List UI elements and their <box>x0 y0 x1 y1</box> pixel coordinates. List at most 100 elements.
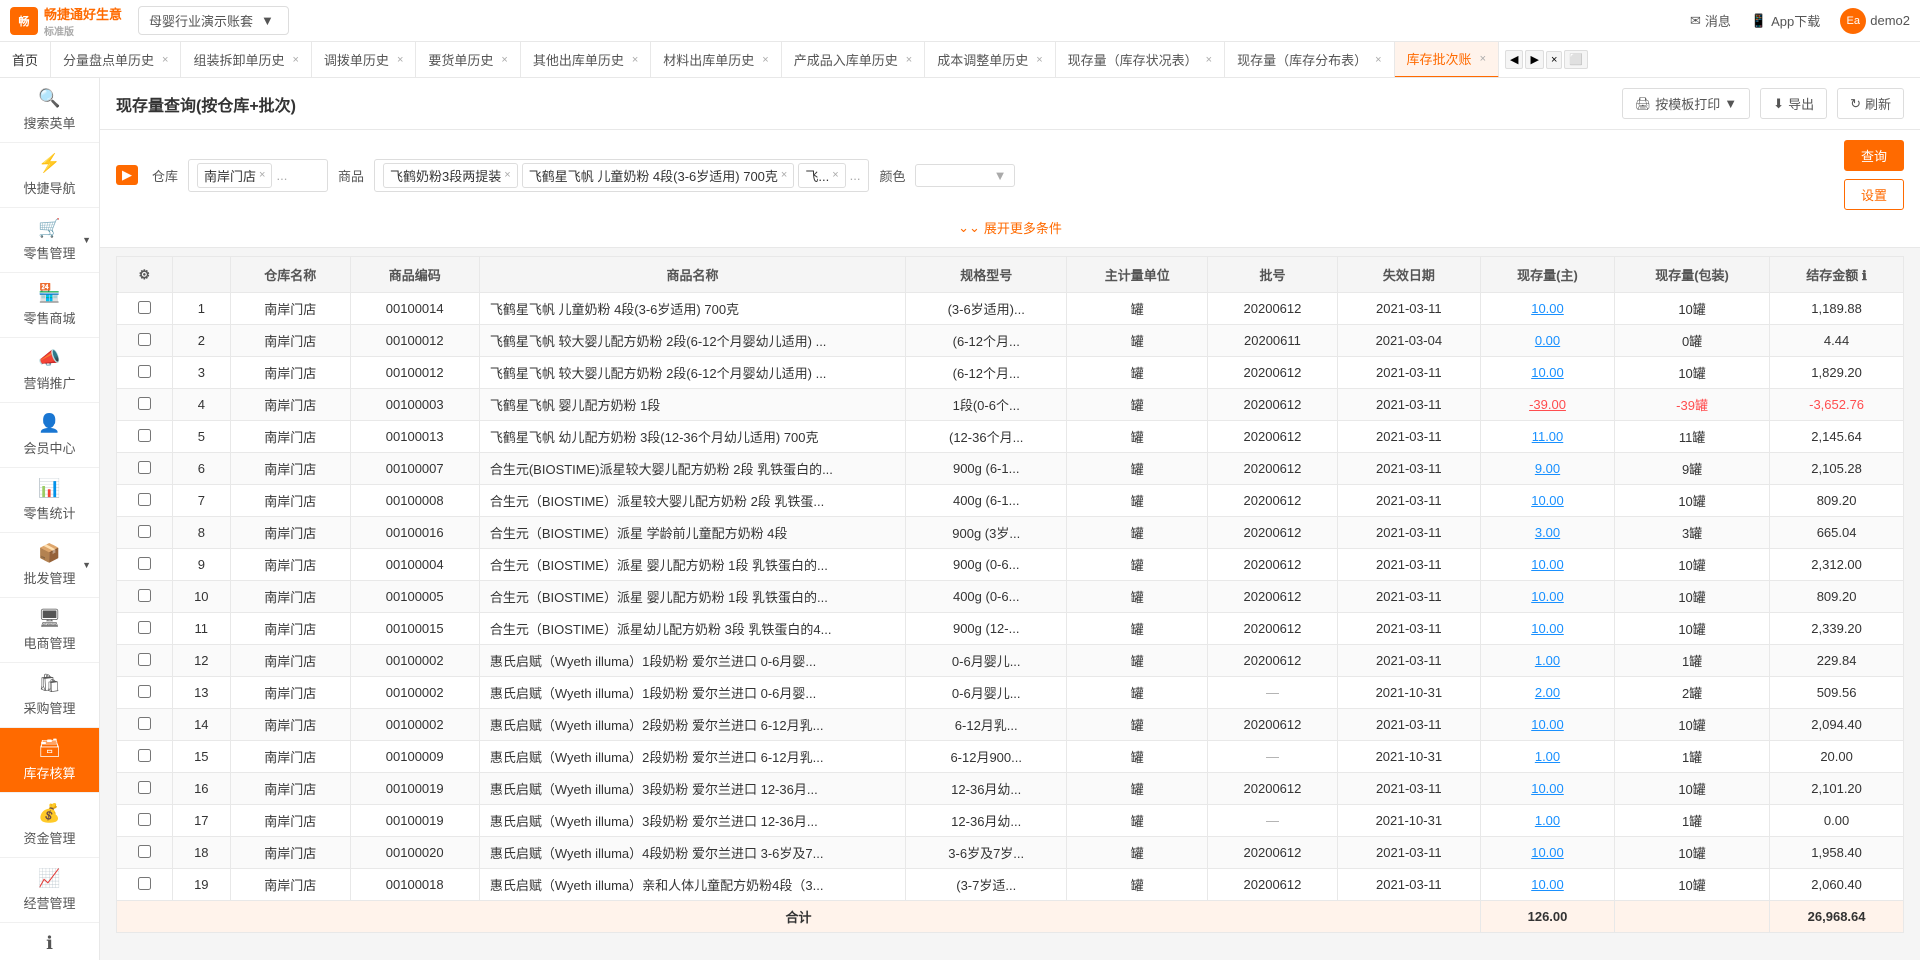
td-qty-main[interactable]: 10.00 <box>1481 613 1615 645</box>
td-checkbox[interactable] <box>117 869 173 901</box>
td-qty-main[interactable]: 0.00 <box>1481 325 1615 357</box>
filter-expand-toggle[interactable]: ▶ <box>116 165 138 185</box>
tab-xianzai2-close[interactable]: × <box>1375 54 1381 66</box>
td-qty-main[interactable]: 3.00 <box>1481 517 1615 549</box>
tab-chanpin[interactable]: 产成品入库单历史 × <box>782 42 925 78</box>
td-qty-main[interactable]: 2.00 <box>1481 677 1615 709</box>
tab-next-btn[interactable]: ▶ <box>1525 50 1543 69</box>
td-checkbox[interactable] <box>117 389 173 421</box>
tab-chengben-close[interactable]: × <box>1036 54 1042 66</box>
color-filter-box[interactable]: ▼ <box>915 164 1015 187</box>
sidebar-item-search[interactable]: 🔍 搜索英单 <box>0 78 99 143</box>
tab-close-btn[interactable]: × <box>1546 51 1562 69</box>
td-qty-main[interactable]: 1.00 <box>1481 645 1615 677</box>
td-qty-main[interactable]: 9.00 <box>1481 453 1615 485</box>
tab-yaohuo-close[interactable]: × <box>501 54 507 66</box>
td-checkbox[interactable] <box>117 293 173 325</box>
td-checkbox[interactable] <box>117 549 173 581</box>
setting-button[interactable]: 设置 <box>1844 179 1904 210</box>
tab-cailiao-close[interactable]: × <box>762 54 768 66</box>
td-checkbox[interactable] <box>117 453 173 485</box>
td-qty-main[interactable]: -39.00 <box>1481 389 1615 421</box>
td-checkbox[interactable] <box>117 581 173 613</box>
tab-fenpan-close[interactable]: × <box>162 54 168 66</box>
sidebar-item-operation[interactable]: 📈 经营管理 <box>0 858 99 923</box>
tab-yaohuo[interactable]: 要货单历史 × <box>416 42 520 78</box>
tab-qita-close[interactable]: × <box>632 54 638 66</box>
export-btn[interactable]: ⬇ 导出 <box>1760 88 1827 119</box>
td-checkbox[interactable] <box>117 421 173 453</box>
sidebar-item-purchase[interactable]: 🛍 采购管理 <box>0 663 99 728</box>
td-qty-main[interactable]: 10.00 <box>1481 773 1615 805</box>
td-qty-main[interactable]: 10.00 <box>1481 581 1615 613</box>
td-qty-main[interactable]: 1.00 <box>1481 741 1615 773</box>
tab-chengben[interactable]: 成本调整单历史 × <box>925 42 1055 78</box>
product-tag-3-close[interactable]: × <box>832 169 838 181</box>
tab-cailiao[interactable]: 材料出库单历史 × <box>651 42 781 78</box>
tab-home[interactable]: 首页 <box>0 42 51 78</box>
user-avatar[interactable]: Ea demo2 <box>1840 8 1910 34</box>
tab-prev-btn[interactable]: ◀ <box>1505 50 1523 69</box>
tab-pizhuan[interactable]: 库存批次账 × <box>1395 42 1499 78</box>
td-checkbox[interactable] <box>117 517 173 549</box>
tab-xianzai1-close[interactable]: × <box>1206 54 1212 66</box>
store-selector[interactable]: 母婴行业演示账套 ▼ <box>138 6 289 35</box>
td-qty-main[interactable]: 10.00 <box>1481 485 1615 517</box>
td-qty-main[interactable]: 1.00 <box>1481 805 1615 837</box>
product-filter-box[interactable]: 飞鹤奶粉3段两提装 × 飞鹤星飞帆 儿童奶粉 4段(3-6岁适用) 700克 ×… <box>374 159 869 192</box>
td-qty-main[interactable]: 10.00 <box>1481 869 1615 901</box>
sidebar-item-retail[interactable]: 🛒 零售管理 <box>0 208 99 273</box>
warehouse-filter-box[interactable]: 南岸门店 × ... <box>188 159 328 192</box>
td-qty-main[interactable]: 11.00 <box>1481 421 1615 453</box>
sidebar-item-shop[interactable]: 🏪 零售商城 <box>0 273 99 338</box>
sidebar-item-ecom[interactable]: 🖥 电商管理 <box>0 598 99 663</box>
tab-zuhe[interactable]: 组装拆卸单历史 × <box>181 42 311 78</box>
td-qty-main[interactable]: 10.00 <box>1481 357 1615 389</box>
td-checkbox[interactable] <box>117 485 173 517</box>
product-tag-1-close[interactable]: × <box>504 169 510 181</box>
tab-qita[interactable]: 其他出库单历史 × <box>521 42 651 78</box>
product-ellipsis[interactable]: ... <box>850 168 861 183</box>
tab-fenpan[interactable]: 分量盘点单历史 × <box>51 42 181 78</box>
td-checkbox[interactable] <box>117 357 173 389</box>
tab-menu-btn[interactable]: ⬜ <box>1564 50 1588 69</box>
tab-tiaopan[interactable]: 调拨单历史 × <box>312 42 416 78</box>
tab-chanpin-close[interactable]: × <box>906 54 912 66</box>
td-checkbox[interactable] <box>117 741 173 773</box>
sidebar-item-basic[interactable]: ℹ 基础信息 <box>0 923 99 960</box>
tab-tiaopan-close[interactable]: × <box>397 54 403 66</box>
td-checkbox[interactable] <box>117 613 173 645</box>
td-checkbox[interactable] <box>117 325 173 357</box>
sidebar-item-marketing[interactable]: 📣 营销推广 <box>0 338 99 403</box>
tab-zuhe-close[interactable]: × <box>292 54 298 66</box>
sidebar-item-finance[interactable]: 💰 资金管理 <box>0 793 99 858</box>
td-qty-main[interactable]: 10.00 <box>1481 549 1615 581</box>
warehouse-tag-close[interactable]: × <box>259 169 265 181</box>
expand-icon[interactable]: ▶ <box>116 165 138 185</box>
message-btn[interactable]: ✉ 消息 <box>1690 11 1731 30</box>
expand-more-btn[interactable]: ⌄⌄ 展开更多条件 <box>116 218 1904 237</box>
td-qty-main[interactable]: 10.00 <box>1481 293 1615 325</box>
td-checkbox[interactable] <box>117 709 173 741</box>
query-button[interactable]: 查询 <box>1844 140 1904 171</box>
tab-xianzai2[interactable]: 现存量（库存分布表） × <box>1225 42 1394 78</box>
td-checkbox[interactable] <box>117 837 173 869</box>
td-checkbox[interactable] <box>117 805 173 837</box>
sidebar-item-member[interactable]: 👤 会员中心 <box>0 403 99 468</box>
print-btn[interactable]: 🖨 按模板打印 ▼ <box>1622 88 1750 119</box>
sidebar-item-inventory[interactable]: 🗃 库存核算 <box>0 728 99 793</box>
sidebar-item-stats[interactable]: 📊 零售统计 <box>0 468 99 533</box>
tab-xianzai1[interactable]: 现存量（库存状况表） × <box>1056 42 1225 78</box>
sidebar-item-wholesale[interactable]: 📦 批发管理 <box>0 533 99 598</box>
td-qty-main[interactable]: 10.00 <box>1481 709 1615 741</box>
color-dropdown-icon[interactable]: ▼ <box>994 168 1007 183</box>
td-checkbox[interactable] <box>117 677 173 709</box>
refresh-btn[interactable]: ↻ 刷新 <box>1837 88 1904 119</box>
tab-pizhuan-close[interactable]: × <box>1480 53 1486 65</box>
app-download-btn[interactable]: 📱 App下载 <box>1751 11 1820 30</box>
sidebar-item-shortcut[interactable]: ⚡ 快捷导航 <box>0 143 99 208</box>
th-settings[interactable]: ⚙ <box>117 257 173 293</box>
td-checkbox[interactable] <box>117 773 173 805</box>
td-qty-main[interactable]: 10.00 <box>1481 837 1615 869</box>
warehouse-ellipsis[interactable]: ... <box>276 168 287 183</box>
